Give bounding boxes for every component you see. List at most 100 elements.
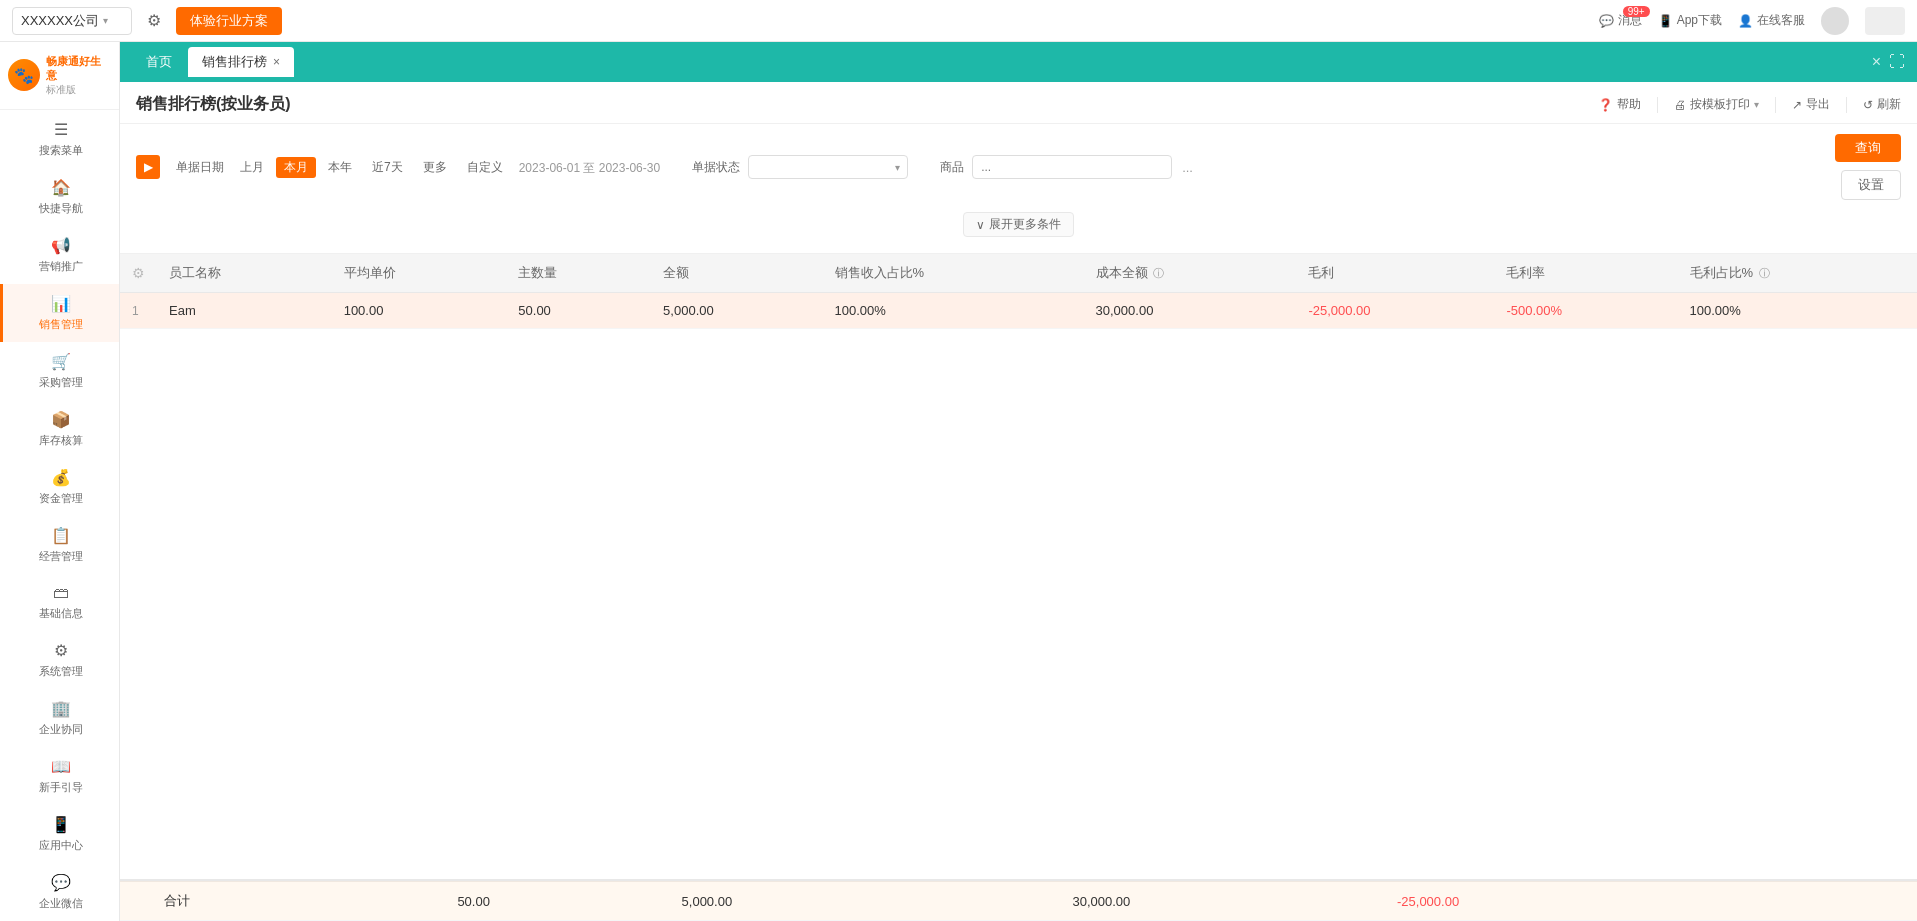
sidebar-item-wechat[interactable]: 💬 企业微信 <box>0 863 119 921</box>
cost-info-icon[interactable]: ⓘ <box>1153 267 1164 279</box>
total-gross-profit: -25,000.00 <box>1385 882 1727 921</box>
logo-text-area: 畅康通好生意 标准版 <box>46 54 111 97</box>
settings-icon[interactable]: ⚙ <box>140 7 168 35</box>
sidebar-item-system[interactable]: ⚙ 系统管理 <box>0 631 119 689</box>
expand-conditions-button[interactable]: ∨ 展开更多条件 <box>963 212 1074 237</box>
sidebar-item-basics[interactable]: 🗃 基础信息 <box>0 574 119 631</box>
status-filter-label: 单据状态 <box>692 159 740 176</box>
sidebar-item-sales[interactable]: 📊 销售管理 <box>0 284 119 342</box>
sidebar-label-finance: 资金管理 <box>39 491 83 506</box>
window-expand-icon[interactable]: ⛶ <box>1889 53 1905 71</box>
sidebar-label-sales: 销售管理 <box>39 317 83 332</box>
date-tab-last-month[interactable]: 上月 <box>232 157 272 178</box>
tab-close-icon[interactable]: × <box>273 55 280 69</box>
tab-home-label: 首页 <box>146 53 172 71</box>
sidebar-item-inventory[interactable]: 📦 库存核算 <box>0 400 119 458</box>
expand-row: ∨ 展开更多条件 <box>136 206 1901 243</box>
guide-icon: 📖 <box>51 757 71 776</box>
goods-filter: 商品 ... <box>940 155 1193 179</box>
page-actions: ❓ 帮助 🖨 按模板打印 ▾ ↗ 导出 <box>1598 96 1901 113</box>
logo-icon: 🐾 <box>8 59 40 91</box>
date-tab-this-year[interactable]: 本年 <box>320 157 360 178</box>
refresh-button[interactable]: ↺ 刷新 <box>1863 96 1901 113</box>
username <box>1865 7 1905 35</box>
set-button[interactable]: 设置 <box>1841 170 1901 200</box>
tab-sales-ranking[interactable]: 销售排行榜 × <box>188 47 294 77</box>
window-close-icon[interactable]: × <box>1872 53 1881 71</box>
avatar[interactable] <box>1821 7 1849 35</box>
cell-avg-price: 100.00 <box>332 293 507 329</box>
help-label: 帮助 <box>1617 96 1641 113</box>
print-button[interactable]: 🖨 按模板打印 ▾ <box>1674 96 1759 113</box>
sidebar-label-apps: 应用中心 <box>39 838 83 853</box>
gross-pct-info-icon[interactable]: ⓘ <box>1759 267 1770 279</box>
sidebar-label-system: 系统管理 <box>39 664 83 679</box>
cell-sales-pct: 100.00% <box>823 293 1084 329</box>
total-cost-amount: 30,000.00 <box>1061 882 1385 921</box>
filter-row: ▶ 单据日期 上月 本月 本年 近7天 更多 自定义 2023-06-01 至 … <box>136 134 1901 200</box>
sidebar-item-guide[interactable]: 📖 新手引导 <box>0 747 119 805</box>
total-label: 合计 <box>152 882 350 921</box>
sidebar-item-operations[interactable]: 📋 经营管理 <box>0 516 119 574</box>
cell-amount: 5,000.00 <box>651 293 822 329</box>
status-select-wrapper <box>748 155 908 179</box>
sidebar-item-purchase[interactable]: 🛒 采购管理 <box>0 342 119 400</box>
export-button[interactable]: ↗ 导出 <box>1792 96 1830 113</box>
totals-table: 合计 50.00 5,000.00 30,000.00 -25,000.00 <box>120 881 1917 921</box>
col-gross-profit: 毛利 <box>1296 254 1494 293</box>
print-chevron-icon: ▾ <box>1754 99 1759 110</box>
message-button[interactable]: 💬 消息 99+ <box>1599 12 1642 29</box>
sidebar-item-shortcut[interactable]: 🏠 快捷导航 <box>0 168 119 226</box>
table-header-row: ⚙ 员工名称 平均单价 主数量 全额 销售收入占比% 成本全额 ⓘ <box>120 254 1917 293</box>
total-main-qty: 50.00 <box>445 882 669 921</box>
sidebar-label-basics: 基础信息 <box>39 606 83 621</box>
cell-name: Eam <box>157 293 332 329</box>
help-button[interactable]: ❓ 帮助 <box>1598 96 1641 113</box>
total-avg-price <box>350 882 445 921</box>
goods-more-icon[interactable]: ... <box>1182 160 1193 175</box>
table-settings-icon[interactable]: ⚙ <box>132 265 145 281</box>
sidebar-item-enterprise[interactable]: 🏢 企业协同 <box>0 689 119 747</box>
sidebar-item-apps[interactable]: 📱 应用中心 <box>0 805 119 863</box>
app-icon: 📱 <box>1658 14 1673 28</box>
tab-home[interactable]: 首页 <box>132 47 186 77</box>
date-tab-this-month[interactable]: 本月 <box>276 157 316 178</box>
company-selector[interactable]: XXXXXX公司 ▾ <box>12 7 132 35</box>
sidebar-item-marketing[interactable]: 📢 营销推广 <box>0 226 119 284</box>
status-select[interactable] <box>748 155 908 179</box>
online-service-button[interactable]: 👤 在线客服 <box>1738 12 1805 29</box>
date-tab-7days[interactable]: 近7天 <box>364 157 411 178</box>
sidebar: 🐾 畅康通好生意 标准版 ☰ 搜索菜单 🏠 快捷导航 📢 营销推广 📊 销售管理… <box>0 42 120 921</box>
total-amount: 5,000.00 <box>670 882 966 921</box>
sidebar-item-finance[interactable]: 💰 资金管理 <box>0 458 119 516</box>
date-filter-label: 单据日期 <box>176 159 224 176</box>
sidebar-logo: 🐾 畅康通好生意 标准版 <box>0 42 119 110</box>
page-content: 销售排行榜(按业务员) ❓ 帮助 🖨 按模板打印 ▾ ↗ <box>120 82 1917 921</box>
date-tab-more[interactable]: 更多 <box>415 157 455 178</box>
sidebar-item-search[interactable]: ☰ 搜索菜单 <box>0 110 119 168</box>
page-header: 销售排行榜(按业务员) ❓ 帮助 🖨 按模板打印 ▾ ↗ <box>120 82 1917 124</box>
home-icon: 🏠 <box>51 178 71 197</box>
cell-rank: 1 <box>120 293 157 329</box>
divider <box>1657 97 1658 113</box>
totals-row: 合计 50.00 5,000.00 30,000.00 -25,000.00 <box>120 882 1917 921</box>
col-gross-rate: 毛利率 <box>1494 254 1677 293</box>
app-download-button[interactable]: 📱 App下载 <box>1658 12 1722 29</box>
cell-cost-amount: 30,000.00 <box>1084 293 1297 329</box>
cell-gross-rate: -500.00% <box>1494 293 1677 329</box>
top-bar: XXXXXX公司 ▾ ⚙ 体验行业方案 💬 消息 99+ 📱 App下载 👤 在… <box>0 0 1917 42</box>
service-label: 在线客服 <box>1757 12 1805 29</box>
refresh-icon: ↺ <box>1863 98 1873 112</box>
search-menu-icon: ☰ <box>54 120 68 139</box>
inventory-icon: 📦 <box>51 410 71 429</box>
date-tabs: 上月 本月 本年 近7天 更多 自定义 <box>232 157 511 178</box>
top-right-area: 💬 消息 99+ 📱 App下载 👤 在线客服 <box>1599 7 1905 35</box>
date-tab-custom[interactable]: 自定义 <box>459 157 511 178</box>
trial-button[interactable]: 体验行业方案 <box>176 7 282 35</box>
goods-input[interactable] <box>972 155 1172 179</box>
divider2 <box>1775 97 1776 113</box>
print-icon: 🖨 <box>1674 98 1686 112</box>
query-button[interactable]: 查询 <box>1835 134 1901 162</box>
data-table: ⚙ 员工名称 平均单价 主数量 全额 销售收入占比% 成本全额 ⓘ <box>120 254 1917 329</box>
filter-collapse-button[interactable]: ▶ <box>136 155 160 179</box>
